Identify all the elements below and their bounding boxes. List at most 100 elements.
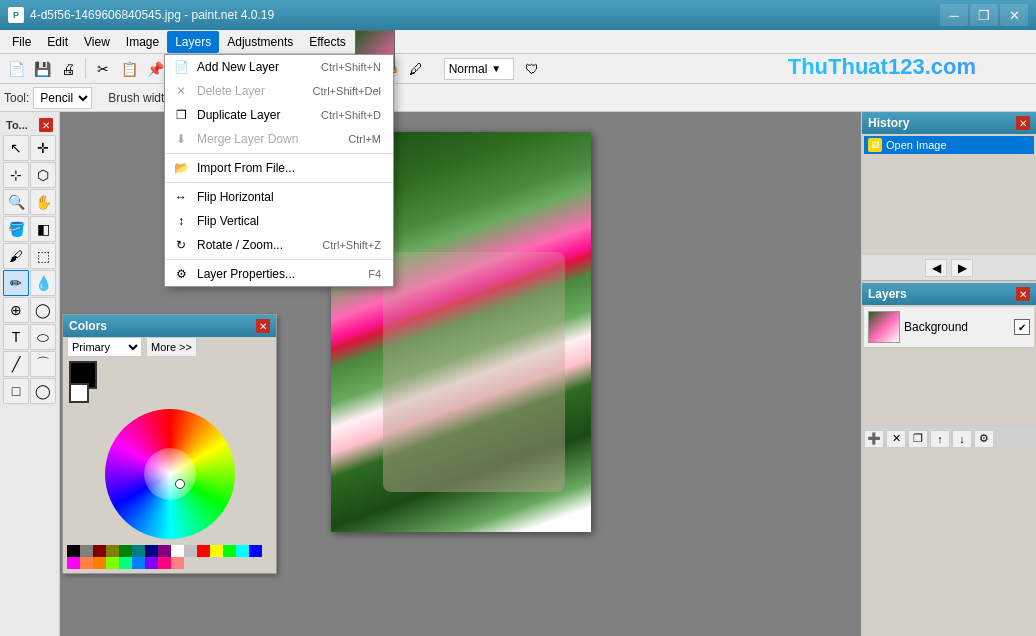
tool-row-1: ↖ ✛ <box>2 135 57 161</box>
tool-dropdown[interactable]: Pencil <box>33 87 92 109</box>
palette-color[interactable] <box>236 545 249 557</box>
separator <box>85 59 86 79</box>
layer-thumbnail <box>868 311 900 343</box>
layer-visibility-check[interactable]: ✔ <box>1014 319 1030 335</box>
tb-opacity[interactable]: 🛡 <box>520 57 544 81</box>
duplicate-layer-button[interactable]: ❐ <box>908 430 928 448</box>
menu-effects[interactable]: Effects <box>301 31 353 53</box>
add-layer-button[interactable]: ➕ <box>864 430 884 448</box>
text-tool[interactable]: T <box>3 324 29 350</box>
palette-color[interactable] <box>93 557 106 569</box>
minimize-button[interactable]: ─ <box>940 4 968 26</box>
pencil-tool active[interactable]: ✏ <box>3 270 29 296</box>
menu-import-from-file[interactable]: 📂 Import From File... <box>165 156 393 180</box>
pan-tool[interactable]: ✋ <box>30 189 56 215</box>
tb-print[interactable]: 🖨 <box>56 57 80 81</box>
menu-image[interactable]: Image <box>118 31 167 53</box>
palette-color[interactable] <box>80 557 93 569</box>
tb-save[interactable]: 💾 <box>30 57 54 81</box>
history-item[interactable]: 🖼 Open Image <box>864 136 1034 154</box>
menu-edit[interactable]: Edit <box>39 31 76 53</box>
titlebar-controls: ─ ❐ ✕ <box>940 4 1028 26</box>
secondary-color-swatch[interactable] <box>69 383 89 403</box>
move-layer-up-button[interactable]: ↑ <box>930 430 950 448</box>
menu-flip-horizontal[interactable]: ↔ Flip Horizontal <box>165 185 393 209</box>
palette-color[interactable] <box>67 545 80 557</box>
redo-button[interactable]: ▶ <box>951 259 973 277</box>
tb-cut[interactable]: ✂ <box>91 57 115 81</box>
toolbox-close[interactable]: ✕ <box>39 118 53 132</box>
mode-select[interactable]: Normal ▼ <box>444 58 514 80</box>
tool-row-2: ⊹ ⬡ <box>2 162 57 188</box>
palette-color[interactable] <box>223 545 236 557</box>
layer-item-background[interactable]: Background ✔ <box>864 307 1034 348</box>
toolbox-header: To... ✕ <box>2 116 57 134</box>
close-button[interactable]: ✕ <box>1000 4 1028 26</box>
menu-layers[interactable]: Layers <box>167 31 219 53</box>
tb-new[interactable]: 📄 <box>4 57 28 81</box>
line-tool[interactable]: ╱ <box>3 351 29 377</box>
palette-color[interactable] <box>197 545 210 557</box>
palette-color[interactable] <box>210 545 223 557</box>
palette-color[interactable] <box>145 545 158 557</box>
menu-rotate-zoom[interactable]: ↻ Rotate / Zoom... Ctrl+Shift+Z <box>165 233 393 257</box>
history-close-button[interactable]: ✕ <box>1016 116 1030 130</box>
move-layer-down-button[interactable]: ↓ <box>952 430 972 448</box>
palette-color[interactable] <box>184 545 197 557</box>
palette-color[interactable] <box>67 557 80 569</box>
maximize-button[interactable]: ❐ <box>970 4 998 26</box>
undo-button[interactable]: ◀ <box>925 259 947 277</box>
menu-flip-vertical[interactable]: ↕ Flip Vertical <box>165 209 393 233</box>
blur-tool[interactable]: ◯ <box>30 297 56 323</box>
palette-color[interactable] <box>158 557 171 569</box>
palette-color[interactable] <box>80 545 93 557</box>
palette-color[interactable] <box>106 557 119 569</box>
clone-stamp-tool[interactable]: ⊕ <box>3 297 29 323</box>
palette-color[interactable] <box>132 557 145 569</box>
select-rectangle-tool[interactable]: ↖ <box>3 135 29 161</box>
menu-view[interactable]: View <box>76 31 118 53</box>
toolbox-title: To... <box>6 119 28 131</box>
tb-copy[interactable]: 📋 <box>117 57 141 81</box>
layers-close-button[interactable]: ✕ <box>1016 287 1030 301</box>
delete-layer-button[interactable]: ✕ <box>886 430 906 448</box>
palette-color[interactable] <box>158 545 171 557</box>
layer-properties-button[interactable]: ⚙ <box>974 430 994 448</box>
palette-color[interactable] <box>171 545 184 557</box>
ellipse-shape-tool[interactable]: ◯ <box>30 378 56 404</box>
paint-bucket-tool[interactable]: 🪣 <box>3 216 29 242</box>
menu-adjustments[interactable]: Adjustments <box>219 31 301 53</box>
menu-add-new-layer[interactable]: 📄 Add New Layer Ctrl+Shift+N <box>165 55 393 79</box>
tb-dropper[interactable]: 🖊 <box>404 57 428 81</box>
menu-duplicate-layer[interactable]: ❐ Duplicate Layer Ctrl+Shift+D <box>165 103 393 127</box>
separator-2 <box>165 182 393 183</box>
menu-layer-properties[interactable]: ⚙ Layer Properties... F4 <box>165 262 393 286</box>
color-mode-select[interactable]: Primary Secondary <box>67 337 142 357</box>
palette-color[interactable] <box>132 545 145 557</box>
recolor-tool[interactable]: 💧 <box>30 270 56 296</box>
palette-color[interactable] <box>145 557 158 569</box>
palette-color[interactable] <box>119 545 132 557</box>
magic-wand-tool[interactable]: ⬡ <box>30 162 56 188</box>
shapes-tool[interactable]: ⬭ <box>30 324 56 350</box>
palette-color[interactable] <box>93 545 106 557</box>
palette-color[interactable] <box>106 545 119 557</box>
history-title: History <box>868 116 909 130</box>
paintbrush-tool[interactable]: 🖌 <box>3 243 29 269</box>
more-colors-button[interactable]: More >> <box>146 337 197 357</box>
curve-tool[interactable]: ⌒ <box>30 351 56 377</box>
colors-close-button[interactable]: ✕ <box>256 319 270 333</box>
palette-color[interactable] <box>171 557 184 569</box>
duplicate-layer-icon: ❐ <box>173 107 189 123</box>
lasso-tool[interactable]: ⊹ <box>3 162 29 188</box>
select-move-tool[interactable]: ✛ <box>30 135 56 161</box>
toolbar2: Tool: Pencil Brush width: <box>0 84 1036 112</box>
palette-color[interactable] <box>249 545 262 557</box>
gradient-tool[interactable]: ◧ <box>30 216 56 242</box>
menu-file[interactable]: File <box>4 31 39 53</box>
color-wheel[interactable] <box>105 409 235 539</box>
zoom-tool[interactable]: 🔍 <box>3 189 29 215</box>
eraser-tool[interactable]: ⬚ <box>30 243 56 269</box>
rectangle-shape-tool[interactable]: □ <box>3 378 29 404</box>
palette-color[interactable] <box>119 557 132 569</box>
